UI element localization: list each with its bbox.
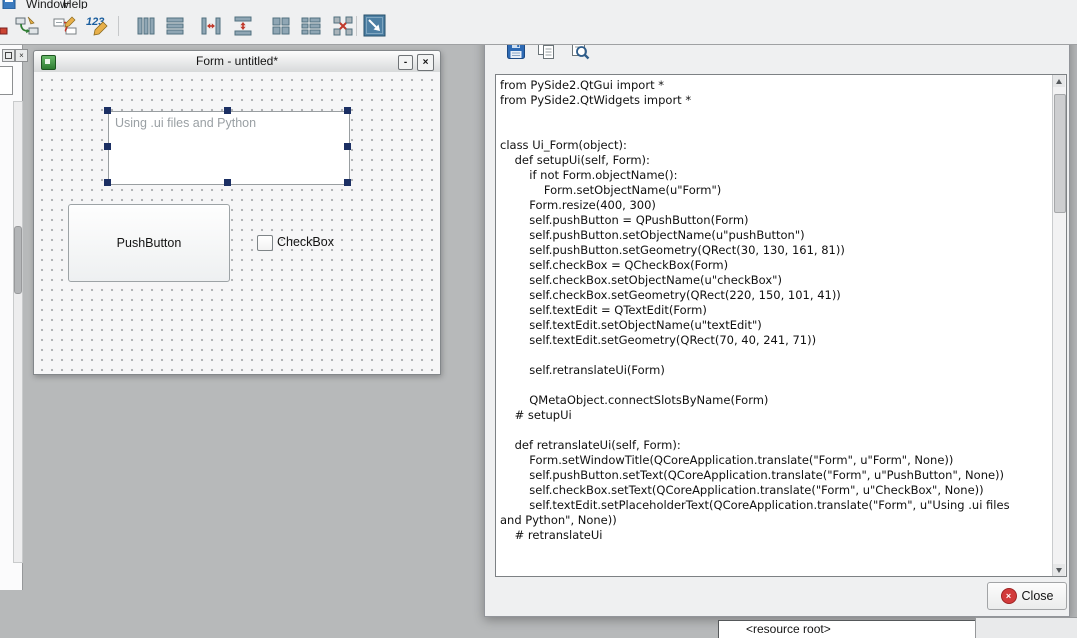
close-window-button[interactable]: × (417, 54, 434, 71)
selection-handle-top-left[interactable] (104, 107, 111, 114)
resource-root-item[interactable]: <resource root> (718, 620, 1000, 638)
dialog-close-icon: × (1001, 588, 1017, 604)
close-button[interactable]: × Close (987, 582, 1067, 610)
textedit-widget[interactable]: Using .ui files and Python (108, 111, 350, 185)
qt-designer-window: Window Help 123 (0, 0, 1077, 638)
edit-tab-order-icon[interactable]: 123 (84, 13, 110, 39)
lay-out-in-a-form-layout-icon[interactable] (298, 13, 324, 39)
dock-close-icon: × (19, 52, 24, 60)
code-scrollbar-thumb[interactable] (1054, 94, 1066, 213)
checkbox-label[interactable]: CheckBox (277, 235, 334, 249)
scroll-up-icon[interactable] (1053, 75, 1065, 87)
menu-help[interactable]: Help (63, 0, 88, 9)
dock-scrollbar[interactable] (13, 101, 23, 563)
code-preview-dialog: from PySide2.QtGui import * from PySide2… (484, 28, 1070, 617)
form-canvas[interactable]: Using .ui files and Python PushButton Ch… (34, 72, 440, 374)
form-editor-window: Form - untitled* - × Using .ui files and… (33, 50, 441, 375)
code-text[interactable]: from PySide2.QtGui import * from PySide2… (496, 75, 1053, 576)
selection-handle-bottom-center[interactable] (224, 179, 231, 186)
menubar: Window Help (0, 0, 1077, 9)
resource-side-panel (975, 617, 1077, 638)
selection-handle-top-right[interactable] (344, 107, 351, 114)
lay-out-vertically-in-splitter-icon[interactable] (230, 13, 256, 39)
lay-out-horizontally-in-splitter-icon[interactable] (198, 13, 224, 39)
app-icon (2, 0, 18, 9)
dock-scrollbar-thumb[interactable] (14, 226, 22, 294)
widget-filter-input[interactable] (0, 66, 13, 95)
textedit-placeholder: Using .ui files and Python (115, 116, 256, 130)
float-icon (5, 52, 12, 59)
checkbox-widget[interactable] (257, 235, 273, 251)
code-scrollbar[interactable] (1052, 75, 1066, 576)
lay-out-in-a-grid-icon[interactable] (268, 13, 294, 39)
dock-close-button[interactable]: × (15, 49, 28, 62)
selection-handle-mid-left[interactable] (104, 143, 111, 150)
selection-handle-top-center[interactable] (224, 107, 231, 114)
minimize-button[interactable]: - (398, 55, 413, 70)
selection-handle-mid-right[interactable] (344, 143, 351, 150)
main-toolbar: 123 (0, 9, 1077, 45)
edit-buddies-icon[interactable] (52, 13, 78, 39)
break-layout-icon[interactable] (330, 13, 356, 39)
form-window-title: Form - untitled* (34, 54, 440, 68)
close-button-label: Close (1022, 589, 1054, 603)
pushbutton-widget[interactable]: PushButton (68, 204, 230, 282)
adjust-size-icon[interactable] (362, 13, 388, 39)
edit-signals-slots-icon[interactable] (14, 13, 40, 39)
lay-out-vertically-icon[interactable] (162, 13, 188, 39)
code-view[interactable]: from PySide2.QtGui import * from PySide2… (495, 74, 1067, 577)
dock-float-button[interactable] (2, 49, 15, 62)
toolbar-separator (118, 16, 119, 36)
scroll-down-icon[interactable] (1053, 564, 1065, 576)
selection-handle-bottom-left[interactable] (104, 179, 111, 186)
selection-handle-bottom-right[interactable] (344, 179, 351, 186)
edit-widgets-icon[interactable] (0, 13, 9, 39)
form-window-titlebar[interactable]: Form - untitled* - × (34, 51, 440, 73)
lay-out-horizontally-icon[interactable] (133, 13, 159, 39)
toolbar-separator (356, 16, 357, 36)
